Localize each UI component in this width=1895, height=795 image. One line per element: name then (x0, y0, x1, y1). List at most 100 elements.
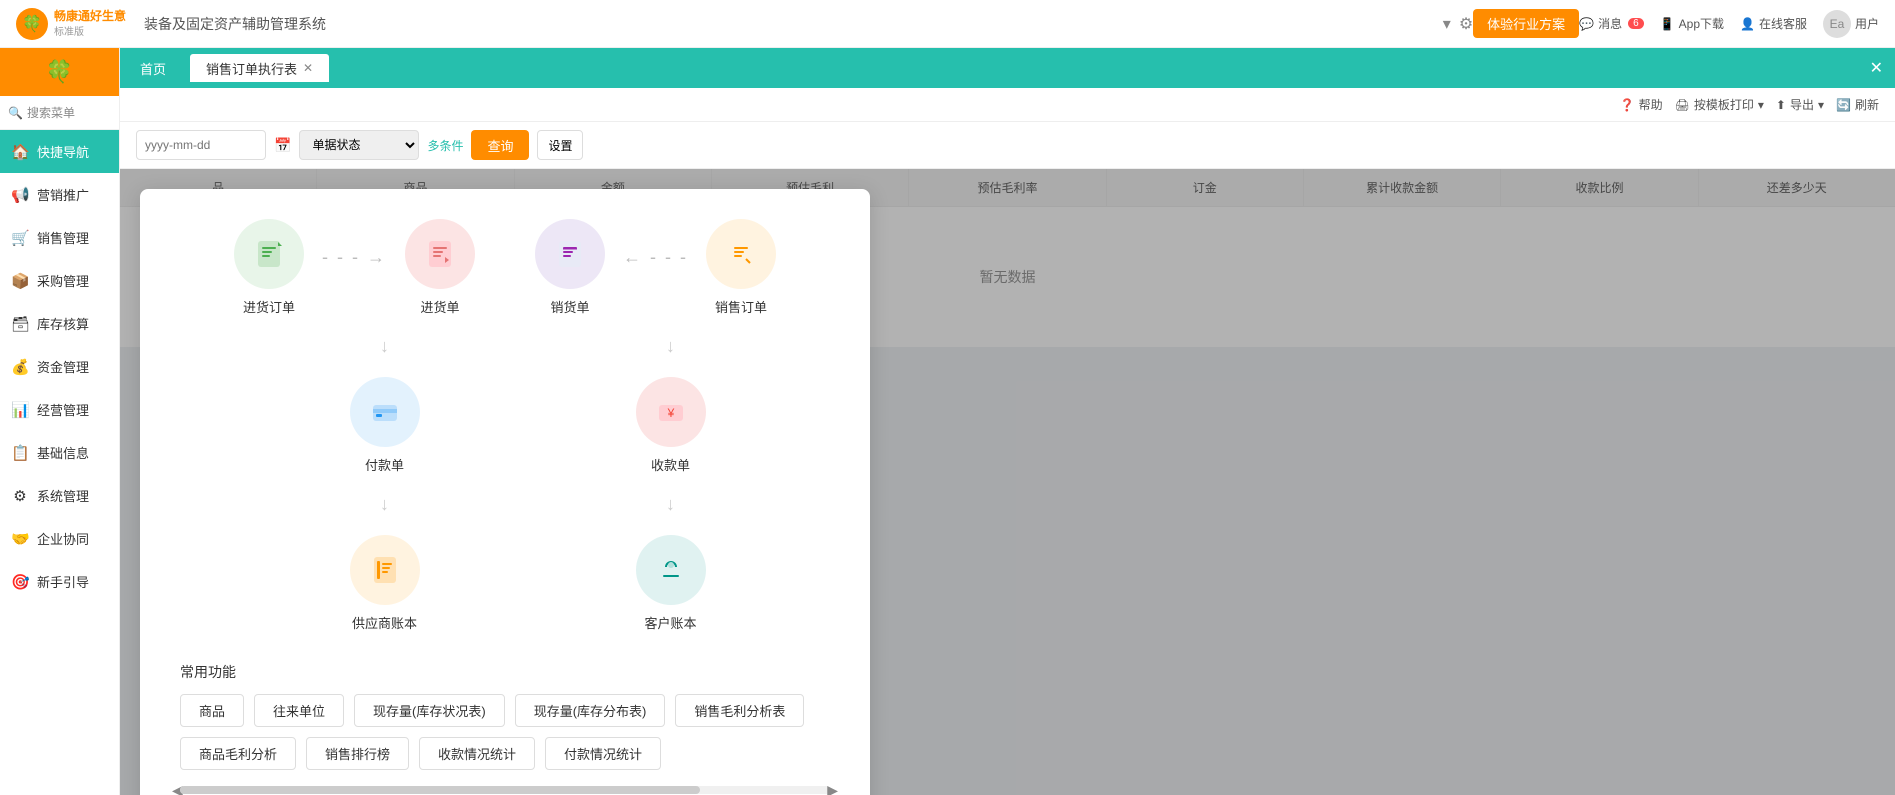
tab-close-icon[interactable]: ✕ (303, 61, 313, 75)
sidebar-item-purchase[interactable]: 📦 采购管理 (0, 259, 119, 302)
scroll-track (180, 786, 830, 794)
purchase-order-icon (234, 219, 304, 289)
sidebar-item-newbie[interactable]: 🎯 新手引导 (0, 560, 119, 603)
common-function-button[interactable]: 商品 (180, 694, 244, 727)
common-function-button[interactable]: 现存量(库存状况表) (354, 694, 505, 727)
sidebar-icon-sales: 🛒 (11, 229, 29, 247)
help-icon: ❓ (1620, 98, 1635, 112)
set-button[interactable]: 设置 (537, 130, 583, 160)
common-buttons-row: 商品往来单位现存量(库存状况表) 现存量(库存分布表) 销售毛利分析表商品毛利分析销… (180, 694, 830, 770)
settings-icon[interactable]: ⚙ (1459, 14, 1473, 34)
print-icon: 🖨 (1675, 98, 1690, 112)
export-button[interactable]: ⬆ 导出 ▾ (1776, 96, 1824, 113)
sidebar-search[interactable]: 🔍 搜索菜单 (0, 96, 119, 130)
sidebar-label-finance: 资金管理 (37, 357, 89, 376)
app-icon: 📱 (1660, 17, 1675, 31)
tab-sales-order-exec[interactable]: 销售订单执行表 ✕ (190, 54, 329, 82)
flow-diagram: 进货订单 - - - → 进货单 (180, 219, 830, 632)
app-download-label: App下载 (1679, 15, 1724, 32)
filter-bar: 📅 单据状态 多条件 查询 设置 (120, 122, 1895, 169)
sidebar-icon-purchase: 📦 (11, 272, 29, 290)
common-functions-section: 常用功能 商品往来单位现存量(库存状况表)现存量(库存分布表)销售毛利分析表商品… (180, 662, 830, 770)
refresh-button[interactable]: 🔄 刷新 (1836, 96, 1879, 113)
refresh-icon: 🔄 (1836, 98, 1851, 112)
sales-bill-label: 销货单 (550, 297, 589, 316)
experience-button[interactable]: 体验行业方案 (1473, 9, 1579, 38)
payment-icon (350, 377, 420, 447)
top-bar: 🍀 畅康通好生意 标准版 装备及固定资产辅助管理系统 ▾ ⚙ 体验行业方案 💬 … (0, 0, 1895, 48)
user-area[interactable]: Ea 用户 (1823, 10, 1879, 38)
common-function-button[interactable]: 销售毛利分析表 (675, 694, 804, 727)
svg-text:¥: ¥ (666, 406, 674, 420)
flow-item-customer-ledger[interactable]: 客户账本 (636, 535, 706, 632)
purchase-bill-icon (405, 219, 475, 289)
arrow-v-payment: ↓ (380, 336, 389, 357)
flow-item-purchase-bill[interactable]: 进货单 (405, 219, 475, 316)
online-service-button[interactable]: 👤 在线客服 (1740, 15, 1807, 32)
common-function-button[interactable]: 现存量(库存分布表) (515, 694, 666, 727)
calendar-icon: 📅 (274, 137, 291, 154)
sidebar-label-system: 系统管理 (37, 486, 89, 505)
refresh-label: 刷新 (1855, 96, 1879, 113)
sidebar-item-basic[interactable]: 📋 基础信息 (0, 431, 119, 474)
sidebar-item-finance[interactable]: 💰 资金管理 (0, 345, 119, 388)
dropdown-icon[interactable]: ▾ (1443, 14, 1451, 34)
status-select[interactable]: 单据状态 (299, 130, 419, 160)
toolbar: ❓ 帮助 🖨 按模板打印 ▾ ⬆ 导出 ▾ 🔄 刷新 (120, 88, 1895, 122)
logo-sub: 标准版 (54, 23, 126, 38)
sidebar-item-operation[interactable]: 📊 经营管理 (0, 388, 119, 431)
sidebar-label-purchase: 采购管理 (37, 271, 89, 290)
supplier-ledger-label: 供应商账本 (352, 613, 417, 632)
arrow-h-2: ← - - - (623, 247, 688, 268)
sidebar-icon-marketing: 📢 (11, 186, 29, 204)
sidebar-item-quick-nav[interactable]: 🏠 快捷导航 (0, 130, 119, 173)
sidebar-label-newbie: 新手引导 (37, 572, 89, 591)
sidebar-item-inventory[interactable]: 🗃 库存核算 (0, 302, 119, 345)
search-button[interactable]: 查询 (471, 130, 529, 160)
sidebar-icon-finance: 💰 (11, 358, 29, 376)
sidebar-label-enterprise: 企业协同 (37, 529, 89, 548)
main-area: 🍀 🔍 搜索菜单 🏠 快捷导航📢 营销推广🛒 销售管理📦 采购管理🗃 库存核算💰… (0, 48, 1895, 795)
sales-order-icon (706, 219, 776, 289)
arrow-v-customer: ↓ (666, 494, 675, 515)
tab-home[interactable]: 首页 (120, 48, 186, 88)
export-dropdown-icon: ▾ (1818, 98, 1824, 112)
common-function-button[interactable]: 销售排行榜 (306, 737, 409, 770)
sidebar-label-sales: 销售管理 (37, 228, 89, 247)
flow-item-sales-order[interactable]: 销售订单 (706, 219, 776, 316)
help-button[interactable]: ❓ 帮助 (1620, 96, 1663, 113)
common-function-button[interactable]: 商品毛利分析 (180, 737, 296, 770)
sidebar-item-system[interactable]: ⚙ 系统管理 (0, 474, 119, 517)
scroll-thumb[interactable] (180, 786, 700, 794)
print-label: 按模板打印 (1694, 96, 1754, 113)
sidebar-label-basic: 基础信息 (37, 443, 89, 462)
tab-bar-close-icon[interactable]: ✕ (1870, 58, 1883, 78)
message-button[interactable]: 💬 消息 6 (1579, 15, 1644, 32)
sidebar-item-sales[interactable]: 🛒 销售管理 (0, 216, 119, 259)
content-area: 首页 销售订单执行表 ✕ ✕ ❓ 帮助 🖨 按模板打印 ▾ (120, 48, 1895, 795)
sidebar-item-marketing[interactable]: 📢 营销推广 (0, 173, 119, 216)
flow-col-left: 进货订单 - - - → 进货单 (234, 219, 475, 632)
arrow-v-supplier: ↓ (380, 494, 389, 515)
common-function-button[interactable]: 往来单位 (254, 694, 344, 727)
app-download-button[interactable]: 📱 App下载 (1660, 15, 1724, 32)
logo-text: 畅康通好生意 标准版 (54, 9, 126, 38)
sidebar-icon-newbie: 🎯 (11, 573, 29, 591)
scroll-right-arrow[interactable]: ▶ (827, 782, 838, 795)
sidebar-item-enterprise[interactable]: 🤝 企业协同 (0, 517, 119, 560)
date-input[interactable] (136, 130, 266, 160)
common-function-button[interactable]: 付款情况统计 (545, 737, 661, 770)
sales-order-label: 销售订单 (715, 297, 767, 316)
flow-item-purchase-order[interactable]: 进货订单 (234, 219, 304, 316)
flow-item-sales-bill[interactable]: 销货单 (535, 219, 605, 316)
sales-bill-icon (535, 219, 605, 289)
flow-item-receipt[interactable]: ¥ 收款单 (636, 377, 706, 474)
purchase-order-label: 进货订单 (243, 297, 295, 316)
common-function-button[interactable]: 收款情况统计 (419, 737, 535, 770)
flow-item-supplier-ledger[interactable]: 供应商账本 (350, 535, 420, 632)
more-conditions-button[interactable]: 多条件 (427, 137, 463, 154)
flow-item-payment[interactable]: 付款单 (350, 377, 420, 474)
system-title: 装备及固定资产辅助管理系统 (136, 14, 1439, 34)
print-button[interactable]: 🖨 按模板打印 ▾ (1675, 96, 1764, 113)
customer-ledger-label: 客户账本 (644, 613, 696, 632)
